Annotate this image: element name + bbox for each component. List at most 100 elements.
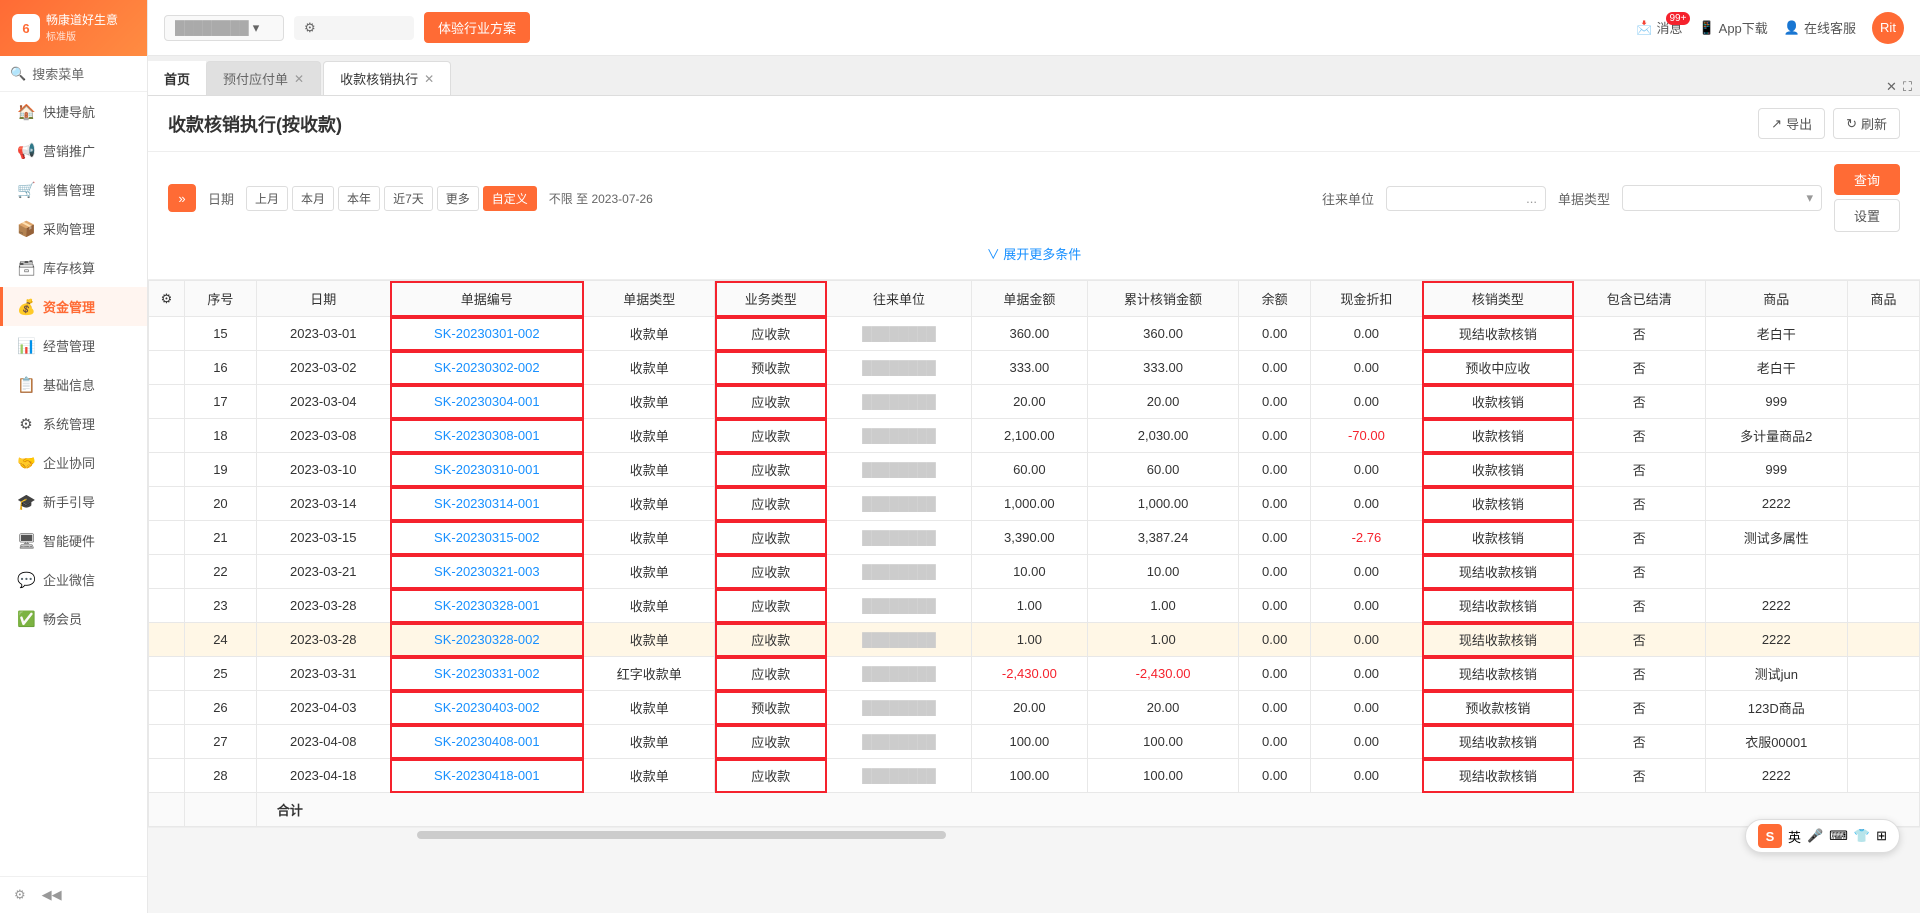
filter-expand-btn[interactable]: » [168, 184, 196, 212]
online-service-btn[interactable]: 👤 在线客服 [1784, 18, 1856, 37]
table-cell: ████████ [827, 385, 972, 419]
table-cell: 否 [1574, 589, 1705, 623]
billno-link[interactable]: SK-20230301-002 [434, 326, 540, 341]
guide-icon: 🎓 [17, 493, 35, 511]
query-btn[interactable]: 查询 [1834, 164, 1900, 195]
col-include-settled: 包含已结清 [1574, 281, 1705, 317]
billno-link[interactable]: SK-20230304-001 [434, 394, 540, 409]
col-gear[interactable]: ⚙ [149, 281, 185, 317]
sidebar-search-menu[interactable]: 🔍 搜索菜单 [0, 56, 147, 92]
filter-bar: » 日期 上月 本月 本年 近7天 更多 自定义 不限 至 2023-07-26… [148, 152, 1920, 280]
table-cell: 26 [185, 691, 257, 725]
sidebar-item-marketing[interactable]: 📢 营销推广 [0, 131, 147, 170]
billno-cell[interactable]: SK-20230408-001 [390, 725, 583, 759]
billno-link[interactable]: SK-20230408-001 [434, 734, 540, 749]
table-cell: 15 [185, 317, 257, 351]
date-btn-last-month[interactable]: 上月 [246, 186, 288, 211]
billno-cell[interactable]: SK-20230308-001 [390, 419, 583, 453]
billno-cell[interactable]: SK-20230331-002 [390, 657, 583, 691]
sidebar-item-guide[interactable]: 🎓 新手引导 [0, 482, 147, 521]
horizontal-scrollbar[interactable] [148, 827, 1920, 841]
table-cell [149, 759, 185, 793]
sidebar-item-basic[interactable]: 📋 基础信息 [0, 365, 147, 404]
app-download-btn[interactable]: 📱 App下载 [1698, 18, 1767, 37]
date-btn-more[interactable]: 更多 [437, 186, 479, 211]
table-cell: ████████ [827, 419, 972, 453]
billno-link[interactable]: SK-20230403-002 [434, 700, 540, 715]
workspace-dropdown[interactable]: ████████ ▾ [164, 15, 284, 41]
message-btn[interactable]: 📩 消息 99+ [1636, 18, 1682, 37]
table-cell: 60.00 [1087, 453, 1238, 487]
billno-link[interactable]: SK-20230331-002 [434, 666, 540, 681]
date-btn-7days[interactable]: 近7天 [384, 186, 433, 211]
industry-solution-btn[interactable]: 体验行业方案 [424, 12, 530, 43]
tab-home[interactable]: 首页 [148, 61, 206, 95]
billno-cell[interactable]: SK-20230304-001 [390, 385, 583, 419]
col-amount: 单据金额 [971, 281, 1087, 317]
refresh-btn[interactable]: ↻ 刷新 [1833, 108, 1900, 139]
export-btn[interactable]: ↗ 导出 [1758, 108, 1825, 139]
setting-btn[interactable]: 设置 [1834, 199, 1900, 232]
keyboard-icon[interactable]: ⌨ [1829, 828, 1848, 844]
billno-link[interactable]: SK-20230310-001 [434, 462, 540, 477]
billno-cell[interactable]: SK-20230321-003 [390, 555, 583, 589]
mic-icon[interactable]: 🎤 [1807, 828, 1823, 844]
billno-link[interactable]: SK-20230328-002 [434, 632, 540, 647]
billno-cell[interactable]: SK-20230301-002 [390, 317, 583, 351]
tab-prepay[interactable]: 预付应付单 ✕ [206, 61, 321, 95]
sidebar-item-member[interactable]: ✅ 畅会员 [0, 599, 147, 638]
date-btn-custom[interactable]: 自定义 [483, 186, 537, 211]
sidebar-item-wechat[interactable]: 💬 企业微信 [0, 560, 147, 599]
table-cell: 0.00 [1311, 351, 1423, 385]
tabbar-controls: ✕ ⛶ [1878, 79, 1920, 95]
table-cell: 收款单 [584, 691, 715, 725]
billno-cell[interactable]: SK-20230310-001 [390, 453, 583, 487]
tab-writeoff-close[interactable]: ✕ [424, 72, 434, 86]
sidebar-item-hardware[interactable]: 🖥 智能硬件 [0, 521, 147, 560]
billno-link[interactable]: SK-20230314-001 [434, 496, 540, 511]
billno-cell[interactable]: SK-20230315-002 [390, 521, 583, 555]
user-avatar[interactable]: Rit [1872, 12, 1904, 44]
billno-cell[interactable]: SK-20230403-002 [390, 691, 583, 725]
table-cell: -2,430.00 [971, 657, 1087, 691]
sidebar-item-corp[interactable]: 🤝 企业协同 [0, 443, 147, 482]
sidebar-item-system[interactable]: ⚙ 系统管理 [0, 404, 147, 443]
billno-link[interactable]: SK-20230328-001 [434, 598, 540, 613]
table-cell [149, 419, 185, 453]
expand-tab-icon[interactable]: ⛶ [1903, 79, 1912, 95]
gear-btn[interactable]: ⚙ [294, 16, 414, 40]
billno-cell[interactable]: SK-20230314-001 [390, 487, 583, 521]
table-cell: 16 [185, 351, 257, 385]
sidebar-item-sales[interactable]: 🛒 销售管理 [0, 170, 147, 209]
partner-select[interactable]: ... [1386, 186, 1546, 211]
sidebar-item-purchase[interactable]: 📦 采购管理 [0, 209, 147, 248]
expand-more-btn[interactable]: ∨ 展开更多条件 [168, 240, 1900, 267]
billno-link[interactable]: SK-20230315-002 [434, 530, 540, 545]
settings-gear-icon[interactable]: ⚙ [14, 887, 26, 903]
sidebar-item-inventory[interactable]: 🗃 库存核算 [0, 248, 147, 287]
table-cell: 0.00 [1311, 589, 1423, 623]
table-cell: 20.00 [1087, 691, 1238, 725]
billno-cell[interactable]: SK-20230302-002 [390, 351, 583, 385]
billno-link[interactable]: SK-20230308-001 [434, 428, 540, 443]
table-cell: 100.00 [971, 725, 1087, 759]
billno-link[interactable]: SK-20230321-003 [434, 564, 540, 579]
billno-link[interactable]: SK-20230418-001 [434, 768, 540, 783]
sidebar-item-quicknav[interactable]: 🏠 快捷导航 [0, 92, 147, 131]
tab-prepay-close[interactable]: ✕ [294, 72, 304, 86]
sidebar-item-operation[interactable]: 📊 经营管理 [0, 326, 147, 365]
collapse-icon[interactable]: ◀◀ [42, 887, 62, 903]
close-tab-icon[interactable]: ✕ [1886, 79, 1897, 95]
tab-writeoff[interactable]: 收款核销执行 ✕ [323, 61, 451, 95]
billno-cell[interactable]: SK-20230328-001 [390, 589, 583, 623]
date-btn-this-month[interactable]: 本月 [292, 186, 334, 211]
apps-icon[interactable]: ⊞ [1876, 828, 1887, 844]
billno-cell[interactable]: SK-20230418-001 [390, 759, 583, 793]
table-cell: 否 [1574, 317, 1705, 351]
billno-cell[interactable]: SK-20230328-002 [390, 623, 583, 657]
sidebar-item-finance[interactable]: 💰 资金管理 [0, 287, 147, 326]
writeoff-type-cell: 现结收款核销 [1422, 623, 1573, 657]
billno-link[interactable]: SK-20230302-002 [434, 360, 540, 375]
date-btn-this-year[interactable]: 本年 [338, 186, 380, 211]
bill-type-select[interactable]: ▾ [1622, 185, 1822, 211]
